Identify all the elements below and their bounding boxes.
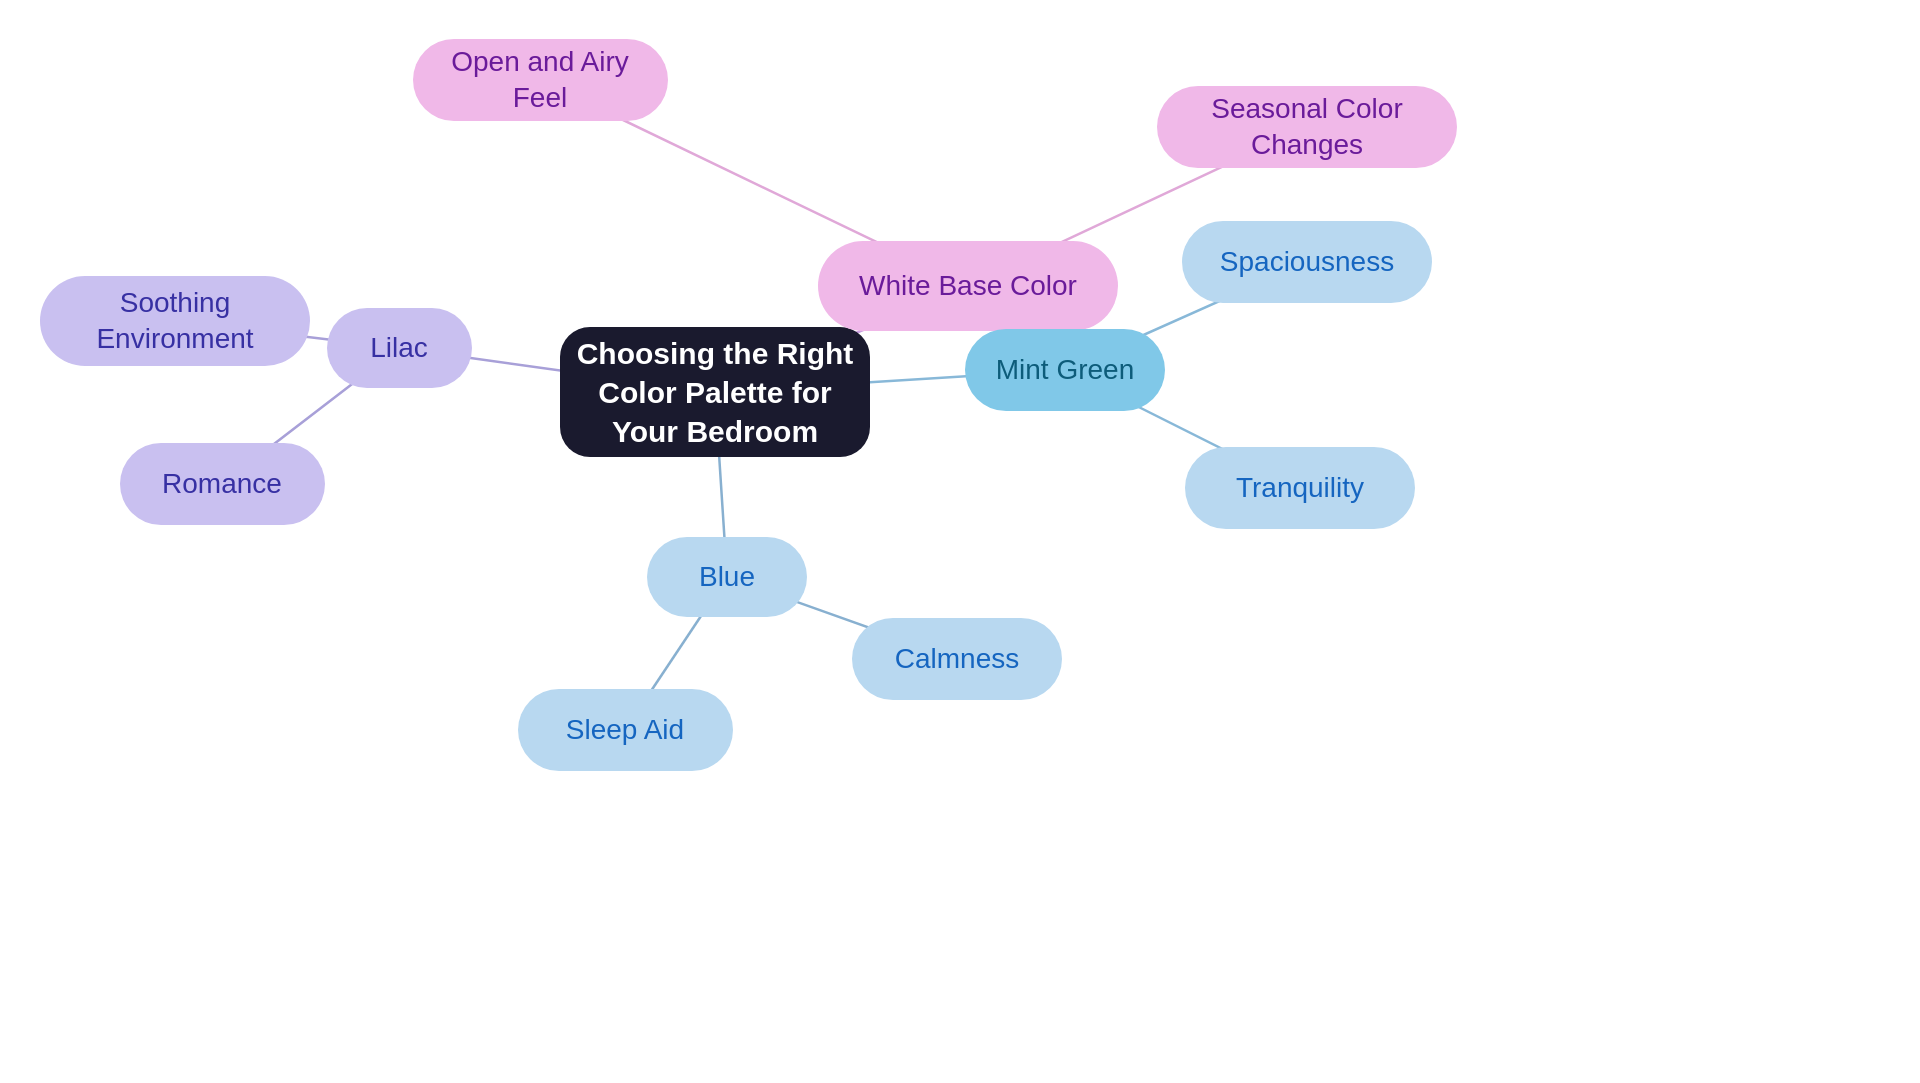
node-calmness[interactable]: Calmness — [852, 618, 1062, 700]
connections-svg — [0, 0, 1920, 1083]
node-blue[interactable]: Blue — [647, 537, 807, 617]
node-soothing[interactable]: Soothing Environment — [40, 276, 310, 366]
node-center[interactable]: Choosing the Right Color Palette for You… — [560, 327, 870, 457]
node-label-blue: Blue — [689, 559, 765, 595]
node-label-mint-green: Mint Green — [986, 352, 1145, 388]
node-white-base[interactable]: White Base Color — [818, 241, 1118, 331]
node-sleep-aid[interactable]: Sleep Aid — [518, 689, 733, 771]
node-label-soothing: Soothing Environment — [40, 285, 310, 358]
node-label-sleep-aid: Sleep Aid — [556, 712, 694, 748]
node-label-open-airy: Open and Airy Feel — [413, 44, 668, 117]
node-seasonal[interactable]: Seasonal Color Changes — [1157, 86, 1457, 168]
node-label-white-base: White Base Color — [849, 268, 1087, 304]
node-spaciousness[interactable]: Spaciousness — [1182, 221, 1432, 303]
node-romance[interactable]: Romance — [120, 443, 325, 525]
node-lilac[interactable]: Lilac — [327, 308, 472, 388]
node-tranquility[interactable]: Tranquility — [1185, 447, 1415, 529]
node-open-airy[interactable]: Open and Airy Feel — [413, 39, 668, 121]
node-label-spaciousness: Spaciousness — [1210, 244, 1404, 280]
node-label-seasonal: Seasonal Color Changes — [1157, 91, 1457, 164]
node-label-center: Choosing the Right Color Palette for You… — [560, 334, 870, 451]
node-mint-green[interactable]: Mint Green — [965, 329, 1165, 411]
node-label-lilac: Lilac — [360, 330, 438, 366]
node-label-romance: Romance — [152, 466, 292, 502]
node-label-calmness: Calmness — [885, 641, 1029, 677]
node-label-tranquility: Tranquility — [1226, 470, 1374, 506]
